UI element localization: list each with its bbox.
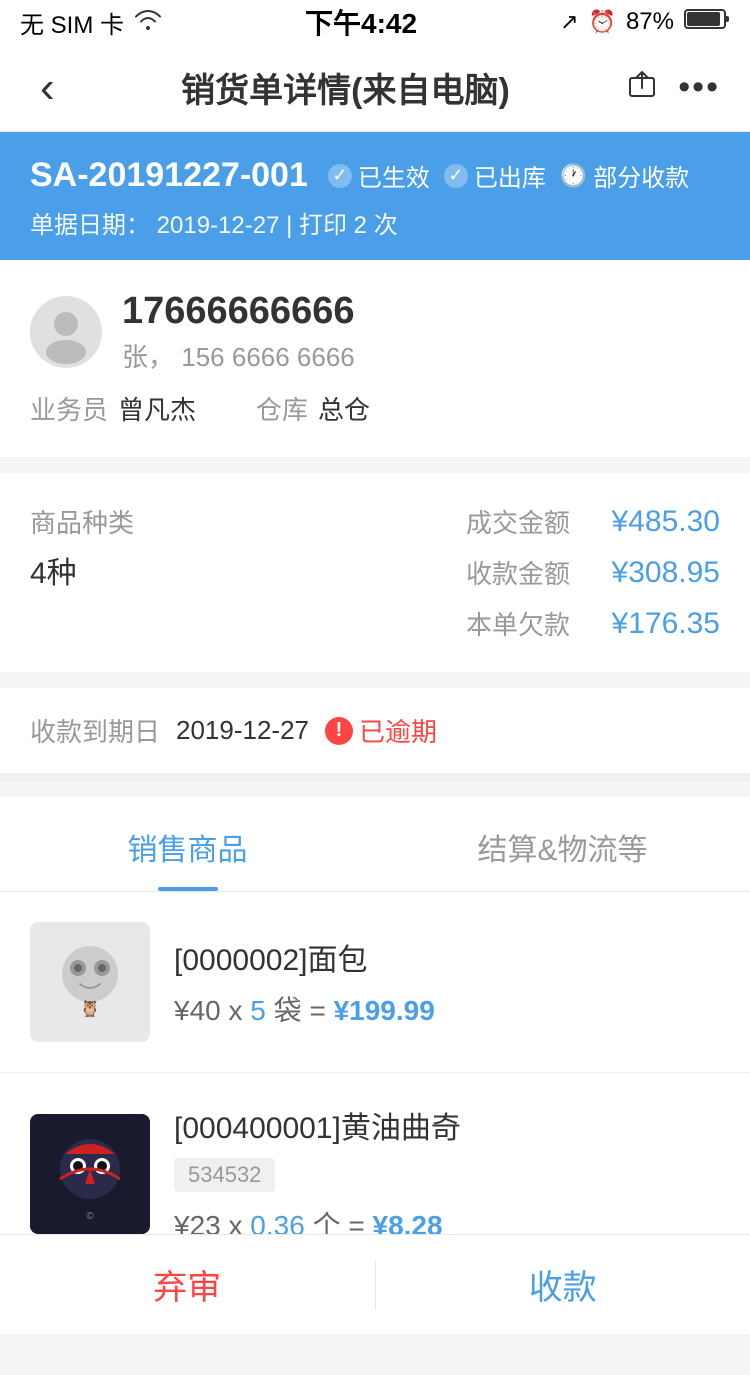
customer-row: 17666666666 张， 156 6666 6666 bbox=[30, 290, 720, 374]
overdue-icon: ! bbox=[325, 717, 353, 745]
alarm-icon: ⏰ bbox=[589, 9, 616, 35]
received-amount-label: 收款金额 bbox=[450, 554, 570, 591]
warehouse-label: 仓库 bbox=[256, 390, 308, 427]
due-section: 收款到期日 2019-12-27 ! 已逾期 bbox=[0, 688, 750, 781]
customer-info: 17666666666 张， 156 6666 6666 bbox=[122, 290, 355, 374]
carrier-label: 无 SIM 卡 bbox=[20, 5, 124, 40]
product-info-1: [0000002]面包 ¥40 x 5 袋 = ¥199.99 bbox=[174, 935, 720, 1029]
sales-name: 曾凡杰 bbox=[118, 390, 196, 427]
product-qty-1: 5 bbox=[250, 995, 266, 1026]
status-badge-effective: ✓ 已生效 bbox=[328, 158, 430, 193]
avatar bbox=[30, 296, 102, 368]
sales-detail: 业务员 曾凡杰 bbox=[30, 390, 196, 427]
product-name-1: [0000002]面包 bbox=[174, 935, 720, 979]
overdue-text: 已逾期 bbox=[359, 712, 437, 749]
received-amount-value: ¥308.95 bbox=[590, 556, 720, 590]
header-banner: SA-20191227-001 ✓ 已生效 ✓ 已出库 🕐 部分收款 单据日期：… bbox=[0, 132, 750, 260]
received-amount-row: 收款金额 ¥308.95 bbox=[450, 554, 720, 591]
product-name-2: [000400001]黄油曲奇 bbox=[174, 1103, 720, 1147]
order-meta: 单据日期： 2019-12-27 | 打印 2 次 bbox=[30, 205, 720, 240]
customer-name-sub: 张， 156 6666 6666 bbox=[122, 337, 355, 374]
share-icon[interactable] bbox=[626, 68, 658, 108]
warehouse-detail: 仓库 总仓 bbox=[256, 390, 370, 427]
nav-actions: ••• bbox=[626, 68, 720, 108]
tab-sales-products[interactable]: 销售商品 bbox=[0, 797, 375, 891]
nav-bar: ‹ 销货单详情(来自电脑) ••• bbox=[0, 44, 750, 132]
status-bar-time: 下午4:42 bbox=[305, 2, 417, 42]
tab-settlement[interactable]: 结算&物流等 bbox=[375, 797, 750, 891]
warehouse-name: 总仓 bbox=[318, 390, 370, 427]
summary-right: 成交金额 ¥485.30 收款金额 ¥308.95 本单欠款 ¥176.35 bbox=[450, 503, 720, 642]
order-header-top: SA-20191227-001 ✓ 已生效 ✓ 已出库 🕐 部分收款 bbox=[30, 156, 720, 195]
category-count: 4种 bbox=[30, 548, 134, 592]
more-icon[interactable]: ••• bbox=[678, 68, 720, 107]
location-icon: ↗ bbox=[560, 9, 578, 35]
svg-text:🦉: 🦉 bbox=[80, 1000, 100, 1018]
battery-label: 87% bbox=[626, 8, 674, 36]
confirm-button[interactable]: 收款 bbox=[376, 1240, 750, 1329]
product-thumb-2: © bbox=[30, 1114, 150, 1234]
customer-phone: 17666666666 bbox=[122, 290, 355, 333]
product-item: 🦉 [0000002]面包 ¥40 x 5 袋 = ¥199.99 bbox=[0, 892, 750, 1073]
cancel-button[interactable]: 弃审 bbox=[0, 1240, 375, 1329]
battery-icon bbox=[684, 7, 730, 38]
debt-amount-row: 本单欠款 ¥176.35 bbox=[450, 605, 720, 642]
status-badge-shipped: ✓ 已出库 bbox=[444, 158, 546, 193]
deal-amount-label: 成交金额 bbox=[450, 503, 570, 540]
overdue-badge: ! 已逾期 bbox=[325, 712, 437, 749]
debt-amount-value: ¥176.35 bbox=[590, 607, 720, 641]
due-label: 收款到期日 bbox=[30, 712, 160, 749]
back-button[interactable]: ‹ bbox=[30, 53, 65, 123]
debt-amount-label: 本单欠款 bbox=[450, 605, 570, 642]
summary-left: 商品种类 4种 bbox=[30, 503, 134, 592]
svg-text:©: © bbox=[86, 1211, 94, 1222]
page-title: 销货单详情(来自电脑) bbox=[181, 63, 510, 112]
status-bar-right: ↗ ⏰ 87% bbox=[560, 7, 730, 38]
summary-section: 商品种类 4种 成交金额 ¥485.30 收款金额 ¥308.95 本单欠款 ¥… bbox=[0, 473, 750, 672]
sales-label: 业务员 bbox=[30, 390, 108, 427]
tabs-section: 销售商品 结算&物流等 bbox=[0, 797, 750, 892]
check-icon-1: ✓ bbox=[328, 164, 352, 188]
deal-amount-value: ¥485.30 bbox=[590, 505, 720, 539]
product-sku-2: 534532 bbox=[174, 1157, 720, 1204]
product-thumb-1: 🦉 bbox=[30, 922, 150, 1042]
status-badges: ✓ 已生效 ✓ 已出库 🕐 部分收款 bbox=[328, 158, 689, 193]
customer-details: 业务员 曾凡杰 仓库 总仓 bbox=[30, 390, 720, 427]
product-info-2: [000400001]黄油曲奇 534532 ¥23 x 0.36 个 = ¥8… bbox=[174, 1103, 720, 1244]
check-icon-2: ✓ bbox=[444, 164, 468, 188]
category-label: 商品种类 bbox=[30, 503, 134, 540]
product-price-row-1: ¥40 x 5 袋 = ¥199.99 bbox=[174, 989, 720, 1029]
status-bar: 无 SIM 卡 下午4:42 ↗ ⏰ 87% bbox=[0, 0, 750, 44]
bottom-actions: 弃审 收款 bbox=[0, 1234, 750, 1334]
wifi-icon bbox=[134, 8, 162, 37]
product-total-1: ¥199.99 bbox=[334, 995, 435, 1026]
customer-section: 17666666666 张， 156 6666 6666 业务员 曾凡杰 仓库 … bbox=[0, 260, 750, 457]
status-bar-left: 无 SIM 卡 bbox=[20, 5, 162, 40]
product-list: 🦉 [0000002]面包 ¥40 x 5 袋 = ¥199.99 bbox=[0, 892, 750, 1275]
status-badge-partial: 🕐 部分收款 bbox=[560, 158, 689, 193]
clock-icon: 🕐 bbox=[560, 163, 587, 189]
due-date-value: 2019-12-27 bbox=[176, 715, 309, 746]
deal-amount-row: 成交金额 ¥485.30 bbox=[450, 503, 720, 540]
order-id: SA-20191227-001 bbox=[30, 156, 308, 195]
product-image-2: © bbox=[30, 1114, 150, 1234]
